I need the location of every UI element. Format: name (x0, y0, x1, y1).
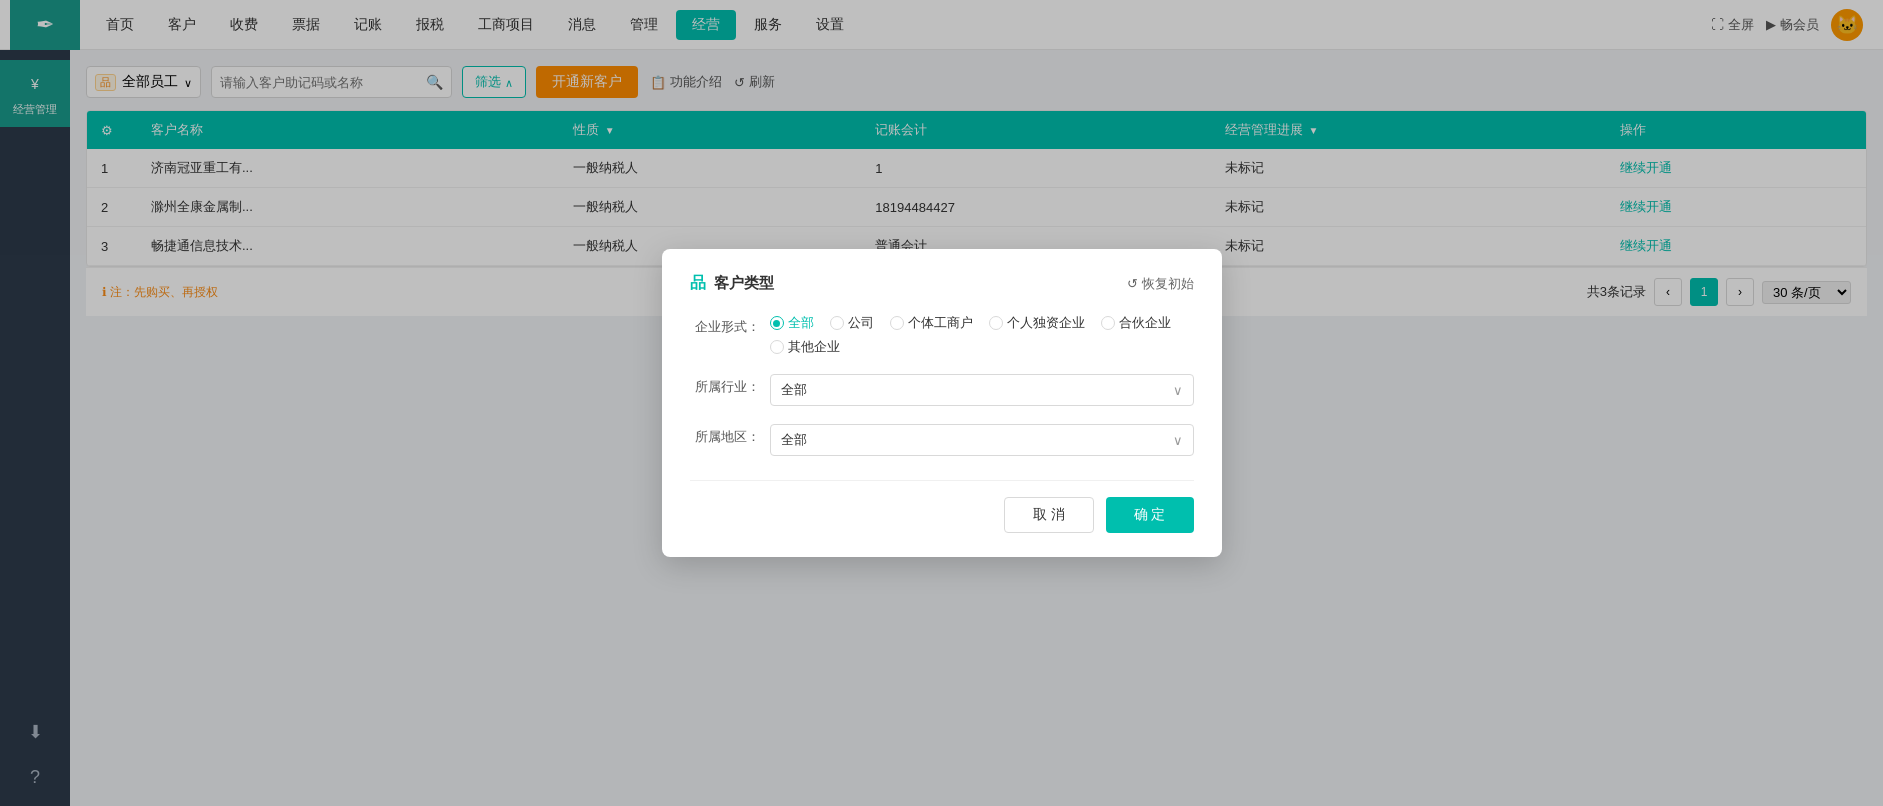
company-type-group: 全部 公司 个体工商户 个人独资企业 (770, 314, 1194, 356)
option-company-label: 公司 (848, 314, 874, 332)
modal-header: 品 客户类型 ↺ 恢复初始 (690, 273, 1194, 294)
industry-value: 全部 ∨ (770, 374, 1194, 406)
reset-label: 恢复初始 (1142, 275, 1194, 293)
industry-selected-value: 全部 (781, 381, 807, 399)
option-other-label: 其他企业 (788, 338, 840, 356)
option-company[interactable]: 公司 (830, 314, 874, 332)
modal-title: 品 客户类型 (690, 273, 774, 294)
region-select[interactable]: 全部 ∨ (770, 424, 1194, 456)
region-form-row: 所属地区： 全部 ∨ (690, 424, 1194, 456)
radio-individual (890, 316, 904, 330)
filter-modal: 品 客户类型 ↺ 恢复初始 企业形式： 全部 公司 (662, 249, 1222, 557)
radio-company (830, 316, 844, 330)
option-individual[interactable]: 个体工商户 (890, 314, 973, 332)
cancel-button[interactable]: 取 消 (1004, 497, 1094, 533)
radio-sole (989, 316, 1003, 330)
option-sole[interactable]: 个人独资企业 (989, 314, 1085, 332)
modal-footer: 取 消 确 定 (690, 480, 1194, 533)
company-form-row: 企业形式： 全部 公司 个体工商户 (690, 314, 1194, 356)
radio-all (770, 316, 784, 330)
option-sole-label: 个人独资企业 (1007, 314, 1085, 332)
reset-icon: ↺ (1127, 276, 1138, 291)
option-partnership-label: 合伙企业 (1119, 314, 1171, 332)
radio-other (770, 340, 784, 354)
company-form-label: 企业形式： (690, 314, 760, 336)
industry-select[interactable]: 全部 ∨ (770, 374, 1194, 406)
option-individual-label: 个体工商户 (908, 314, 973, 332)
modal-reset-button[interactable]: ↺ 恢复初始 (1127, 275, 1194, 293)
region-selected-value: 全部 (781, 431, 807, 449)
modal-title-icon: 品 (690, 273, 706, 294)
modal-overlay[interactable]: 品 客户类型 ↺ 恢复初始 企业形式： 全部 公司 (0, 0, 1883, 806)
confirm-button[interactable]: 确 定 (1106, 497, 1194, 533)
region-value: 全部 ∨ (770, 424, 1194, 456)
region-arrow-icon: ∨ (1173, 433, 1183, 448)
modal-title-text: 客户类型 (714, 274, 774, 293)
option-other[interactable]: 其他企业 (770, 338, 840, 356)
option-all[interactable]: 全部 (770, 314, 814, 332)
industry-arrow-icon: ∨ (1173, 383, 1183, 398)
option-partnership[interactable]: 合伙企业 (1101, 314, 1171, 332)
region-label: 所属地区： (690, 424, 760, 446)
option-all-label: 全部 (788, 314, 814, 332)
industry-form-row: 所属行业： 全部 ∨ (690, 374, 1194, 406)
radio-partnership (1101, 316, 1115, 330)
company-form-value: 全部 公司 个体工商户 个人独资企业 (770, 314, 1194, 356)
industry-label: 所属行业： (690, 374, 760, 396)
